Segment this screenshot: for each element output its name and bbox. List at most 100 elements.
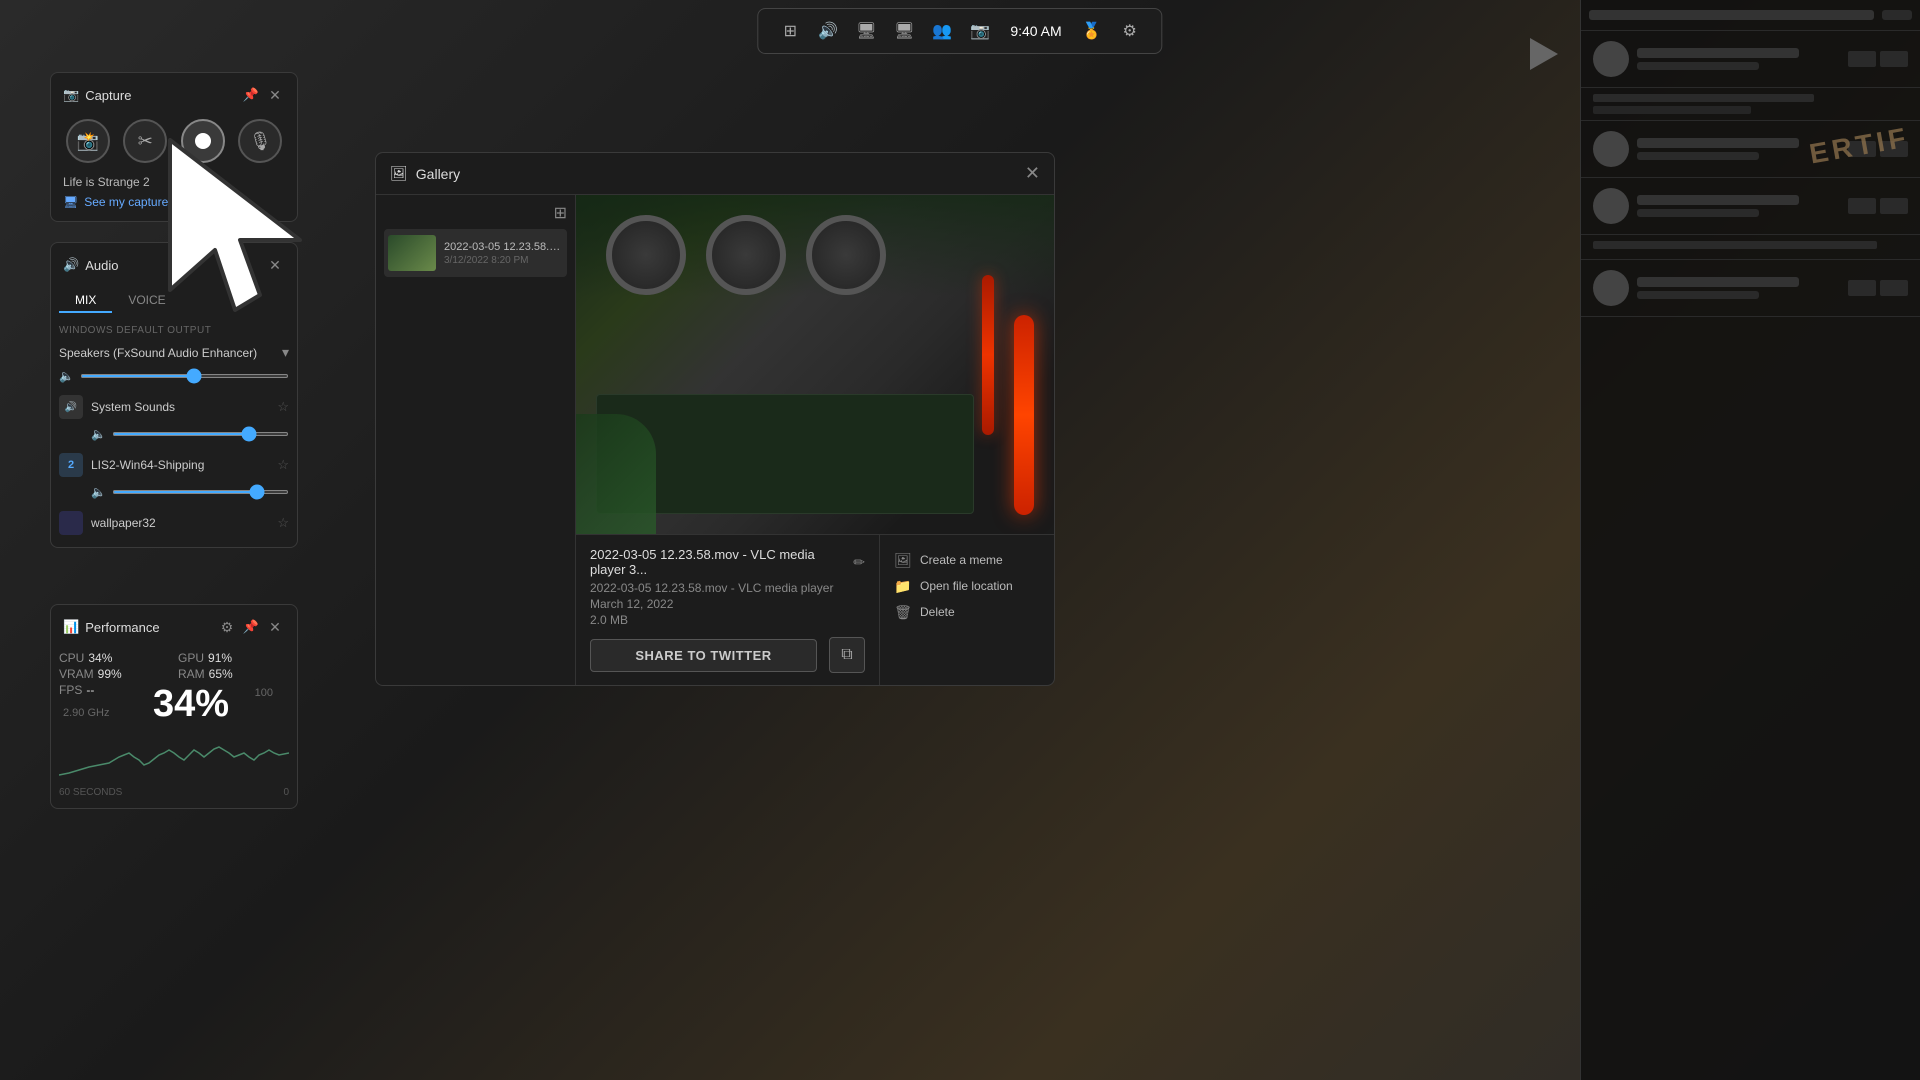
taskbar-time: 9:40 AM — [1002, 23, 1069, 39]
capture-buttons-row: 📸 ✂ 🎙 — [59, 113, 289, 169]
audio-app-row-3: wallpaper32 ☆ — [59, 507, 289, 539]
gallery-item-0[interactable]: 2022-03-05 12.23.58.mov - ... 3/12/2022 … — [384, 229, 567, 277]
gallery-modal: 🖼 Gallery ✕ ⊞ 2022-03-05 12.23.58.mov - … — [375, 152, 1055, 686]
gallery-body: ⊞ 2022-03-05 12.23.58.mov - ... 3/12/202… — [376, 195, 1054, 685]
audio-main-slider-row: 🔈 — [59, 365, 289, 391]
capture-close-button[interactable]: ✕ — [265, 85, 285, 105]
audio-tab-mix[interactable]: MIX — [59, 289, 112, 313]
gallery-thumb-img-0 — [388, 235, 436, 271]
see-captures-link[interactable]: 🖥 See my captures — [59, 191, 289, 213]
gallery-icon: 🖼 — [390, 165, 408, 182]
gallery-side-actions: 🖼 Create a meme 📁 Open file location 🗑 D… — [879, 535, 1054, 685]
gallery-thumb-0 — [388, 235, 436, 271]
capture-pin-button[interactable]: 📌 — [241, 85, 261, 105]
audio-main-slider[interactable] — [80, 374, 289, 378]
perf-close-button[interactable]: ✕ — [265, 617, 285, 637]
taskbar-icon-picture[interactable]: 📷 — [964, 15, 996, 47]
delete-icon: 🗑 — [894, 603, 912, 621]
record-button[interactable] — [181, 119, 225, 163]
audio-device-name: Speakers (FxSound Audio Enhancer) — [59, 346, 257, 360]
open-file-label: Open file location — [920, 579, 1013, 593]
right-avatar-4 — [1593, 270, 1629, 306]
audio-icon: 🔊 — [63, 257, 79, 273]
gallery-title-label: Gallery — [416, 166, 460, 182]
taskbar-icon-monitor[interactable]: ⊞ — [774, 15, 806, 47]
audio-app-star-2[interactable]: ☆ — [277, 457, 289, 473]
audio-vol-icon-1: 🔈 — [91, 427, 106, 441]
gallery-close-button[interactable]: ✕ — [1025, 163, 1040, 184]
gallery-sidebar-grid-icon[interactable]: ⊞ — [554, 203, 567, 223]
audio-app-row-1: 🔊 System Sounds ☆ — [59, 391, 289, 423]
audio-app1-slider[interactable] — [112, 432, 289, 436]
cpu-metric: CPU 34% — [59, 651, 170, 665]
side-action-open-file[interactable]: 📁 Open file location — [894, 573, 1040, 599]
screenshot-button[interactable]: 📸 — [66, 119, 110, 163]
file-sub-text: 2022-03-05 12.23.58.mov - VLC media play… — [590, 581, 865, 595]
taskbar-icon-gear[interactable]: ⚙ — [1114, 15, 1146, 47]
file-edit-button[interactable]: ✏ — [853, 554, 865, 571]
file-date-text: March 12, 2022 — [590, 597, 865, 611]
audio-device-row: Speakers (FxSound Audio Enhancer) ▾ — [59, 340, 289, 365]
gallery-preview-image — [576, 195, 1054, 534]
side-action-delete[interactable]: 🗑 Delete — [894, 599, 1040, 625]
audio-close-button[interactable]: ✕ — [265, 255, 285, 275]
pc-fan-2 — [706, 215, 786, 295]
right-panel-item-1 — [1581, 31, 1920, 88]
audio-device-chevron[interactable]: ▾ — [282, 344, 289, 361]
audio-app2-slider[interactable] — [112, 490, 289, 494]
gallery-actions: SHARE TO TWITTER ⧉ — [590, 637, 865, 673]
pc-tube-2 — [982, 275, 994, 435]
copy-button[interactable]: ⧉ — [829, 637, 865, 673]
audio-app-icon-3 — [59, 511, 83, 535]
audio-app-slider-1: 🔈 — [59, 423, 289, 449]
gallery-title: 🖼 Gallery — [390, 165, 460, 182]
perf-max-label: 100 — [255, 687, 273, 699]
right-panel-item-3 — [1581, 178, 1920, 235]
gallery-sidebar: ⊞ 2022-03-05 12.23.58.mov - ... 3/12/202… — [376, 195, 576, 685]
audio-app-name-1: System Sounds — [91, 400, 269, 414]
audio-app-name-2: LIS2-Win64-Shipping — [91, 458, 269, 472]
audio-title-label: Audio — [85, 258, 118, 273]
back-button[interactable] — [1530, 38, 1558, 70]
right-avatar-1 — [1593, 41, 1629, 77]
gallery-info-section: 2022-03-05 12.23.58.mov - VLC media play… — [576, 535, 879, 685]
audio-section-label: WINDOWS DEFAULT OUTPUT — [59, 319, 289, 340]
capture-game-label: Life is Strange 2 — [59, 169, 289, 191]
audio-panel: 🔊 Audio ✕ MIX VOICE WINDOWS DEFAULT OUTP… — [50, 242, 298, 548]
mic-button[interactable]: 🎙 — [238, 119, 282, 163]
perf-icon: 📊 — [63, 619, 79, 635]
perf-settings-button[interactable]: ⚙ — [217, 617, 237, 637]
perf-footer-val: 0 — [283, 787, 289, 798]
taskbar-icon-display[interactable]: 🖥 — [850, 15, 882, 47]
audio-app-star-3[interactable]: ☆ — [277, 515, 289, 531]
perf-title-label: Performance — [85, 620, 159, 635]
gallery-item-name-0: 2022-03-05 12.23.58.mov - ... — [444, 241, 563, 253]
audio-panel-header: 🔊 Audio ✕ — [59, 251, 289, 283]
taskbar-icon-badge[interactable]: 🏅 — [1076, 15, 1108, 47]
perf-panel-title: 📊 Performance — [63, 619, 160, 635]
gallery-sidebar-header: ⊞ — [384, 203, 567, 229]
taskbar-icon-display2[interactable]: 🖥 — [888, 15, 920, 47]
perf-panel-header: 📊 Performance ⚙ 📌 ✕ — [59, 613, 289, 645]
perf-pin-button[interactable]: 📌 — [241, 617, 261, 637]
side-action-meme[interactable]: 🖼 Create a meme — [894, 547, 1040, 573]
capture-icon: 📷 — [63, 87, 79, 103]
gallery-item-date-0: 3/12/2022 8:20 PM — [444, 255, 563, 266]
copy-icon: ⧉ — [841, 646, 852, 664]
file-size-text: 2.0 MB — [590, 613, 865, 627]
audio-app-star-1[interactable]: ☆ — [277, 399, 289, 415]
audio-tab-voice[interactable]: VOICE — [112, 289, 181, 313]
clip-button[interactable]: ✂ — [123, 119, 167, 163]
right-avatar-3 — [1593, 188, 1629, 224]
perf-chart — [59, 725, 289, 785]
gallery-item-info-0: 2022-03-05 12.23.58.mov - ... 3/12/2022 … — [444, 241, 563, 266]
share-twitter-button[interactable]: SHARE TO TWITTER — [590, 639, 817, 672]
capture-panel-title: 📷 Capture — [63, 87, 131, 103]
gallery-bottom: 2022-03-05 12.23.58.mov - VLC media play… — [576, 534, 1054, 685]
taskbar-icon-users[interactable]: 👥 — [926, 15, 958, 47]
perf-footer: 60 SECONDS 0 — [59, 785, 289, 800]
audio-app-icon-1: 🔊 — [59, 395, 83, 419]
ram-metric: RAM 65% — [178, 667, 289, 681]
audio-app-slider-2: 🔈 — [59, 481, 289, 507]
taskbar-icon-volume[interactable]: 🔊 — [812, 15, 844, 47]
